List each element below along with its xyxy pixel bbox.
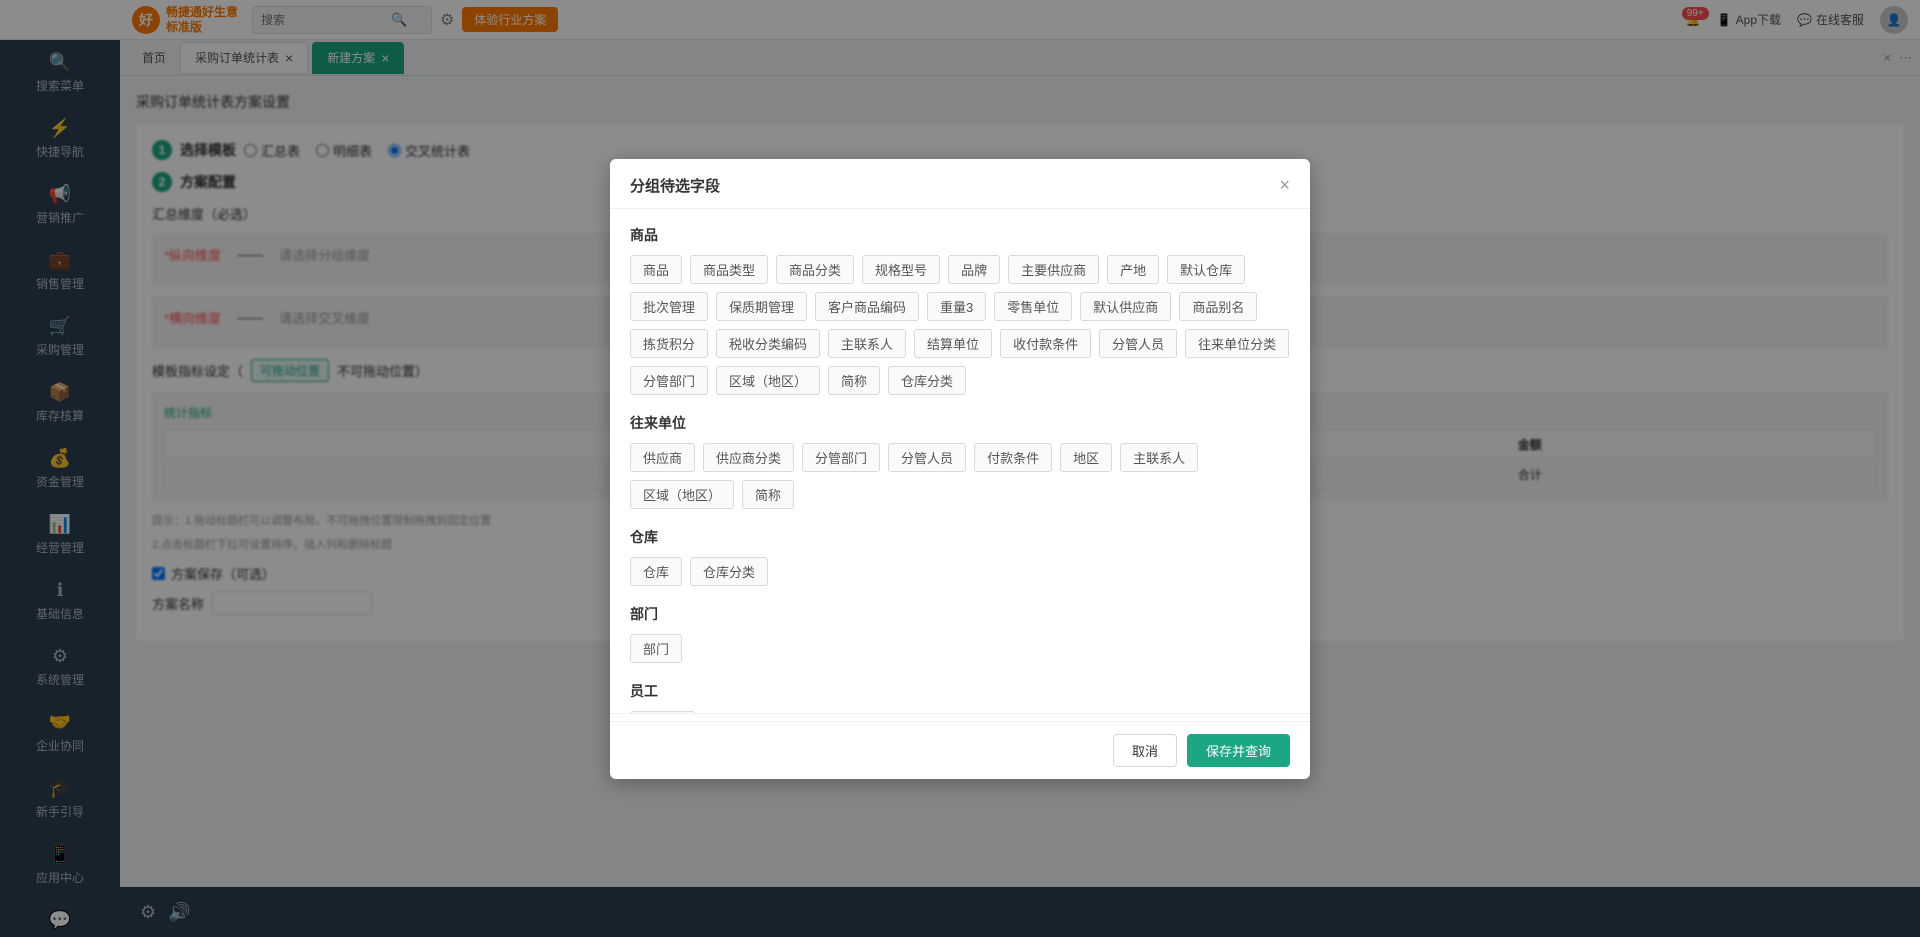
chip-goods-1[interactable]: 商品类型 xyxy=(690,255,768,284)
chip-warehouse-1[interactable]: 仓库分类 xyxy=(690,557,768,586)
chip-goods-4[interactable]: 品牌 xyxy=(948,255,1000,284)
modal-close-btn[interactable]: × xyxy=(1279,175,1290,196)
chip-goods-23[interactable]: 区域（地区） xyxy=(716,366,820,395)
chip-partner-0[interactable]: 供应商 xyxy=(630,443,695,472)
field-section-partner: 往来单位供应商供应商分类分管部门分管人员付款条件地区主联系人区域（地区） 简称 xyxy=(630,413,1290,509)
chip-goods-25[interactable]: 仓库分类 xyxy=(888,366,966,395)
chip-goods-12[interactable]: 零售单位 xyxy=(994,292,1072,321)
chips-goods: 商品商品类型商品分类规格型号品牌主要供应商产地默认仓库批次管理保质期管理客户商品… xyxy=(630,255,1290,395)
field-section-staff: 员工业务员 xyxy=(630,681,1290,713)
field-select-modal: 分组待选字段 × 商品商品商品类型商品分类规格型号品牌主要供应商产地默认仓库批次… xyxy=(610,159,1310,779)
modal-body[interactable]: 商品商品商品类型商品分类规格型号品牌主要供应商产地默认仓库批次管理保质期管理客户… xyxy=(610,209,1310,713)
chip-goods-16[interactable]: 税收分类编码 xyxy=(716,329,820,358)
chip-warehouse-0[interactable]: 仓库 xyxy=(630,557,682,586)
modal-footer: 取消 保存并查询 xyxy=(610,721,1310,779)
modal-cancel-btn[interactable]: 取消 xyxy=(1113,734,1177,767)
chip-partner-3[interactable]: 分管人员 xyxy=(888,443,966,472)
chip-partner-4[interactable]: 付款条件 xyxy=(974,443,1052,472)
modal-save-btn[interactable]: 保存并查询 xyxy=(1187,734,1290,767)
chip-department-0[interactable]: 部门 xyxy=(630,634,682,663)
chip-partner-1[interactable]: 供应商分类 xyxy=(703,443,794,472)
field-section-department: 部门部门 xyxy=(630,604,1290,663)
chip-goods-20[interactable]: 分管人员 xyxy=(1099,329,1177,358)
chip-goods-5[interactable]: 主要供应商 xyxy=(1008,255,1099,284)
chip-goods-8[interactable]: 批次管理 xyxy=(630,292,708,321)
chip-goods-15[interactable]: 拣货积分 xyxy=(630,329,708,358)
chip-goods-3[interactable]: 规格型号 xyxy=(862,255,940,284)
chip-goods-13[interactable]: 默认供应商 xyxy=(1080,292,1171,321)
chip-goods-2[interactable]: 商品分类 xyxy=(776,255,854,284)
modal-header: 分组待选字段 × xyxy=(610,159,1310,209)
section-title-warehouse: 仓库 xyxy=(630,527,1290,547)
chip-goods-17[interactable]: 主联系人 xyxy=(828,329,906,358)
modal-title: 分组待选字段 xyxy=(630,175,720,196)
chip-goods-9[interactable]: 保质期管理 xyxy=(716,292,807,321)
chip-goods-7[interactable]: 默认仓库 xyxy=(1167,255,1245,284)
section-title-staff: 员工 xyxy=(630,681,1290,701)
chip-partner-5[interactable]: 地区 xyxy=(1060,443,1112,472)
chip-partner-2[interactable]: 分管部门 xyxy=(802,443,880,472)
section-title-partner: 往来单位 xyxy=(630,413,1290,433)
chip-goods-18[interactable]: 结算单位 xyxy=(914,329,992,358)
chips-department: 部门 xyxy=(630,634,1290,663)
chip-goods-24[interactable]: 简称 xyxy=(828,366,880,395)
chip-goods-10[interactable]: 客户商品编码 xyxy=(815,292,919,321)
chip-goods-6[interactable]: 产地 xyxy=(1107,255,1159,284)
chip-goods-19[interactable]: 收付款条件 xyxy=(1000,329,1091,358)
chips-partner: 供应商供应商分类分管部门分管人员付款条件地区主联系人区域（地区） 简称 xyxy=(630,443,1290,509)
chip-goods-11[interactable]: 重量3 xyxy=(927,292,986,321)
section-title-department: 部门 xyxy=(630,604,1290,624)
chip-partner-8[interactable]: 简称 xyxy=(742,480,794,509)
chip-partner-7[interactable]: 区域（地区） xyxy=(630,480,734,509)
chips-warehouse: 仓库仓库分类 xyxy=(630,557,1290,586)
field-section-warehouse: 仓库仓库仓库分类 xyxy=(630,527,1290,586)
chip-goods-21[interactable]: 往来单位分类 xyxy=(1185,329,1289,358)
chip-goods-14[interactable]: 商品别名 xyxy=(1179,292,1257,321)
field-section-goods: 商品商品商品类型商品分类规格型号品牌主要供应商产地默认仓库批次管理保质期管理客户… xyxy=(630,225,1290,395)
chip-goods-0[interactable]: 商品 xyxy=(630,255,682,284)
modal-overlay: 分组待选字段 × 商品商品商品类型商品分类规格型号品牌主要供应商产地默认仓库批次… xyxy=(0,0,1920,937)
modal-hscrollbar[interactable] xyxy=(610,713,1310,721)
chip-partner-6[interactable]: 主联系人 xyxy=(1120,443,1198,472)
section-title-goods: 商品 xyxy=(630,225,1290,245)
chip-goods-22[interactable]: 分管部门 xyxy=(630,366,708,395)
